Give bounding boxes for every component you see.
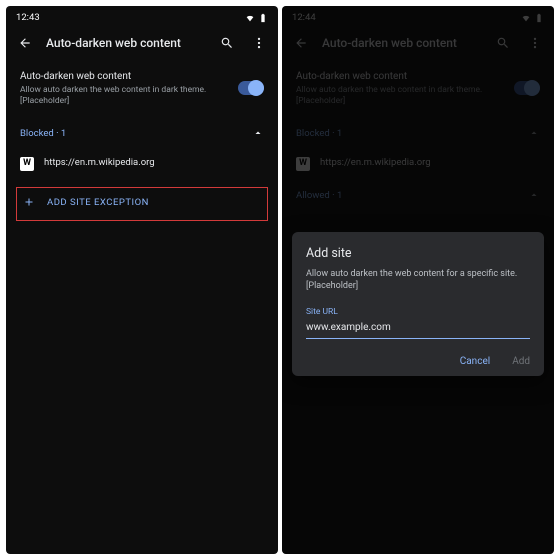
site-row[interactable]: W https://en.m.wikipedia.org — [6, 149, 278, 179]
blocked-label: Blocked · 1 — [20, 128, 66, 140]
add-button[interactable]: Add — [512, 355, 530, 368]
site-url-input[interactable]: www.example.com — [306, 321, 530, 339]
app-bar: Auto-darken web content — [6, 26, 278, 62]
dialog-desc: Allow auto darken the web content for a … — [306, 268, 530, 292]
phone-right: 12:44 Auto-darken web content Auto-darke… — [282, 6, 554, 554]
search-icon — [220, 36, 234, 50]
setting-desc: Allow auto darken the web content in dar… — [20, 85, 238, 106]
wikipedia-favicon: W — [20, 157, 34, 171]
more-vert-icon — [252, 36, 266, 50]
page-title: Auto-darken web content — [46, 36, 218, 52]
toggle-switch[interactable] — [238, 81, 264, 95]
site-url: https://en.m.wikipedia.org — [44, 157, 155, 169]
blocked-section-header[interactable]: Blocked · 1 — [6, 117, 278, 149]
search-button[interactable] — [218, 34, 236, 52]
back-button[interactable] — [16, 34, 34, 52]
status-bar: 12:43 — [6, 6, 278, 26]
field-label: Site URL — [306, 307, 530, 318]
site-url-field[interactable]: Site URL www.example.com — [306, 307, 530, 339]
add-label: ADD SITE EXCEPTION — [47, 197, 149, 209]
dialog-actions: Cancel Add — [306, 355, 530, 368]
battery-icon — [258, 13, 268, 23]
plus-icon — [23, 196, 35, 212]
wifi-icon — [245, 13, 255, 23]
chevron-up-icon — [252, 127, 264, 139]
dialog-title: Add site — [306, 246, 530, 262]
arrow-back-icon — [18, 36, 32, 50]
more-button[interactable] — [250, 34, 268, 52]
phone-left: 12:43 Auto-darken web content Auto-darke… — [6, 6, 278, 554]
setting-row[interactable]: Auto-darken web content Allow auto darke… — [6, 62, 278, 116]
collapse-button[interactable] — [252, 127, 264, 143]
cancel-button[interactable]: Cancel — [460, 355, 490, 368]
clock: 12:43 — [16, 12, 40, 24]
status-icons — [245, 12, 268, 24]
add-site-dialog: Add site Allow auto darken the web conte… — [292, 232, 544, 376]
setting-name: Auto-darken web content — [20, 70, 238, 83]
add-site-exception-button[interactable]: ADD SITE EXCEPTION — [16, 187, 268, 221]
